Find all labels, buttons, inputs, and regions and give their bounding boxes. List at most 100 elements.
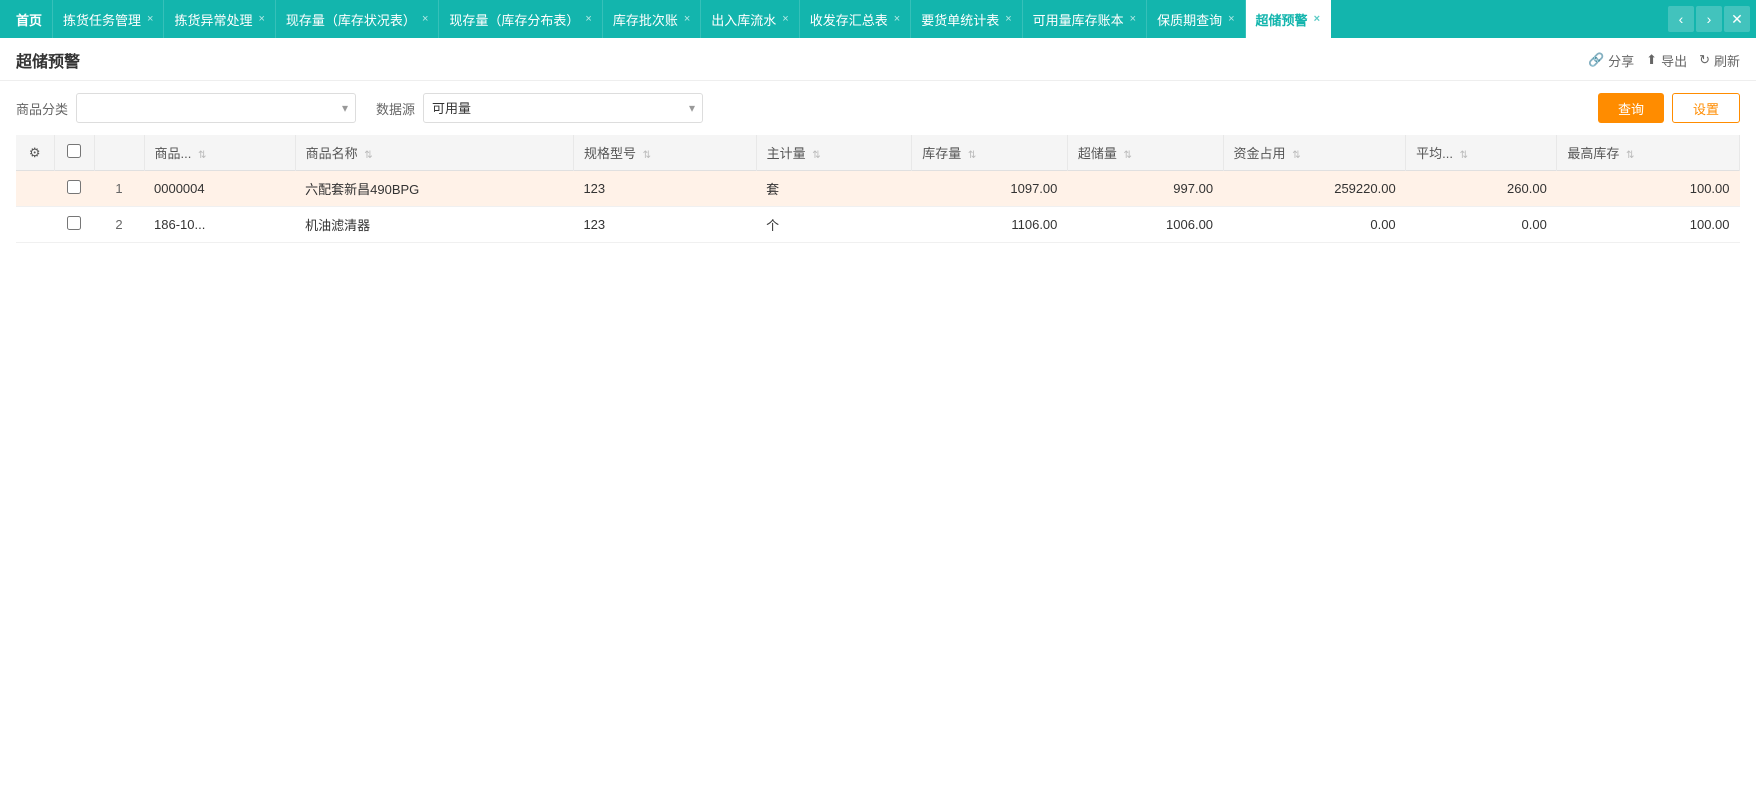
th-gear[interactable]: ⚙ bbox=[16, 135, 54, 171]
sort-avg-icon: ⇅ bbox=[1460, 150, 1468, 161]
filter-actions: 查询 设置 bbox=[1598, 93, 1740, 123]
datasource-label: 数据源 bbox=[376, 99, 415, 118]
row-gear-0 bbox=[16, 171, 54, 207]
nav-avail-stock[interactable]: 可用量库存账本 × bbox=[1023, 0, 1147, 38]
row-avg-0: 260.00 bbox=[1406, 171, 1557, 207]
th-name[interactable]: 商品名称 ⇅ bbox=[295, 135, 573, 171]
th-stock[interactable]: 库存量 ⇅ bbox=[912, 135, 1068, 171]
th-code[interactable]: 商品... ⇅ bbox=[144, 135, 295, 171]
nav-avail-stock-label: 可用量库存账本 bbox=[1033, 10, 1124, 29]
export-button[interactable]: ⬆ 导出 bbox=[1646, 51, 1687, 70]
row-name-1: 机油滤清器 bbox=[295, 207, 573, 243]
table-body: 1 0000004 六配套新昌490BPG 123 套 1097.00 997.… bbox=[16, 171, 1740, 243]
row-name-0: 六配套新昌490BPG bbox=[295, 171, 573, 207]
sort-name-icon: ⇅ bbox=[364, 150, 372, 161]
nav-stock-status[interactable]: 现存量（库存状况表） × bbox=[276, 0, 439, 38]
nav-stock-batch-close[interactable]: × bbox=[684, 13, 690, 25]
nav-recv-send-sum[interactable]: 收发存汇总表 × bbox=[800, 0, 911, 38]
nav-home[interactable]: 首页 bbox=[6, 0, 53, 38]
sort-code-icon: ⇅ bbox=[198, 150, 206, 161]
nav-avail-stock-close[interactable]: × bbox=[1130, 13, 1136, 25]
nav-order-stat[interactable]: 要货单统计表 × bbox=[911, 0, 1022, 38]
nav-expiry-query-label: 保质期查询 bbox=[1157, 10, 1222, 29]
sort-stock-icon: ⇅ bbox=[968, 150, 976, 161]
nav-stock-batch[interactable]: 库存批次账 × bbox=[603, 0, 701, 38]
nav-recv-send-sum-label: 收发存汇总表 bbox=[810, 10, 888, 29]
sort-capital-icon: ⇅ bbox=[1292, 150, 1300, 161]
th-spec[interactable]: 规格型号 ⇅ bbox=[573, 135, 756, 171]
set-button[interactable]: 设置 bbox=[1672, 93, 1740, 123]
export-icon: ⬆ bbox=[1646, 52, 1657, 68]
nav-stock-dist-close[interactable]: × bbox=[585, 13, 591, 25]
row-spec-1: 123 bbox=[573, 207, 756, 243]
nav-next-arrow[interactable]: › bbox=[1696, 6, 1722, 32]
nav-expiry-query-close[interactable]: × bbox=[1228, 13, 1234, 25]
table-header-row: ⚙ 商品... ⇅ 商品名称 ⇅ 规格型号 ⇅ bbox=[16, 135, 1740, 171]
row-capital-0: 259220.00 bbox=[1223, 171, 1406, 207]
row-idx-1: 2 bbox=[94, 207, 144, 243]
nav-stock-status-close[interactable]: × bbox=[422, 13, 428, 25]
row-maxstock-1: 100.00 bbox=[1557, 207, 1740, 243]
refresh-button[interactable]: ↻ 刷新 bbox=[1699, 51, 1740, 70]
refresh-label: 刷新 bbox=[1714, 51, 1740, 70]
nav-expiry-query[interactable]: 保质期查询 × bbox=[1147, 0, 1245, 38]
nav-pick-exception[interactable]: 拣货异常处理 × bbox=[164, 0, 275, 38]
row-unit-0: 套 bbox=[756, 171, 912, 207]
nav-pick-task-label: 拣货任务管理 bbox=[63, 10, 141, 29]
select-all-checkbox[interactable] bbox=[67, 144, 81, 158]
category-filter: 商品分类 bbox=[16, 93, 356, 123]
sort-unit-icon: ⇅ bbox=[812, 150, 820, 161]
share-button[interactable]: 🔗 分享 bbox=[1588, 51, 1634, 70]
filter-row: 商品分类 数据源 可用量 库存量 查询 设置 bbox=[0, 81, 1756, 135]
nav-overstock-warning[interactable]: 超储预警 × bbox=[1246, 0, 1331, 38]
nav-inout-flow-label: 出入库流水 bbox=[711, 10, 776, 29]
nav-pick-exception-label: 拣货异常处理 bbox=[174, 10, 252, 29]
row-capital-1: 0.00 bbox=[1223, 207, 1406, 243]
nav-close-arrow[interactable]: ✕ bbox=[1724, 6, 1750, 32]
nav-stock-dist[interactable]: 现存量（库存分布表） × bbox=[439, 0, 602, 38]
nav-recv-send-sum-close[interactable]: × bbox=[894, 13, 900, 25]
nav-pick-task-close[interactable]: × bbox=[147, 13, 153, 25]
nav-inout-flow[interactable]: 出入库流水 × bbox=[701, 0, 799, 38]
nav-prev-arrow[interactable]: ‹ bbox=[1668, 6, 1694, 32]
row-stock-0: 1097.00 bbox=[912, 171, 1068, 207]
row-checkbox-1[interactable] bbox=[67, 216, 81, 230]
nav-order-stat-close[interactable]: × bbox=[1005, 13, 1011, 25]
th-maxstock[interactable]: 最高库存 ⇅ bbox=[1557, 135, 1740, 171]
nav-pick-task[interactable]: 拣货任务管理 × bbox=[53, 0, 164, 38]
th-idx bbox=[94, 135, 144, 171]
row-code-0: 0000004 bbox=[144, 171, 295, 207]
table-row: 1 0000004 六配套新昌490BPG 123 套 1097.00 997.… bbox=[16, 171, 1740, 207]
table-row: 2 186-10... 机油滤清器 123 个 1106.00 1006.00 … bbox=[16, 207, 1740, 243]
top-nav: 首页 拣货任务管理 × 拣货异常处理 × 现存量（库存状况表） × 现存量（库存… bbox=[0, 0, 1756, 38]
nav-arrows: ‹ › ✕ bbox=[1668, 6, 1750, 32]
query-button[interactable]: 查询 bbox=[1598, 93, 1664, 123]
row-code-1: 186-10... bbox=[144, 207, 295, 243]
th-avg[interactable]: 平均... ⇅ bbox=[1406, 135, 1557, 171]
nav-home-label: 首页 bbox=[16, 10, 42, 29]
row-check-1[interactable] bbox=[54, 207, 94, 243]
nav-overstock-warning-close[interactable]: × bbox=[1314, 13, 1320, 25]
th-unit[interactable]: 主计量 ⇅ bbox=[756, 135, 912, 171]
category-select[interactable] bbox=[76, 93, 356, 123]
datasource-select[interactable]: 可用量 库存量 bbox=[423, 93, 703, 123]
nav-inout-flow-close[interactable]: × bbox=[782, 13, 788, 25]
datasource-filter: 数据源 可用量 库存量 bbox=[376, 93, 703, 123]
sort-overstock-icon: ⇅ bbox=[1124, 150, 1132, 161]
page-title: 超储预警 bbox=[16, 48, 80, 72]
row-stock-1: 1106.00 bbox=[912, 207, 1068, 243]
nav-pick-exception-close[interactable]: × bbox=[258, 13, 264, 25]
th-overstock[interactable]: 超储量 ⇅ bbox=[1067, 135, 1223, 171]
category-select-wrapper bbox=[76, 93, 356, 123]
row-maxstock-0: 100.00 bbox=[1557, 171, 1740, 207]
nav-overstock-warning-label: 超储预警 bbox=[1256, 10, 1308, 29]
row-checkbox-0[interactable] bbox=[67, 180, 81, 194]
row-spec-0: 123 bbox=[573, 171, 756, 207]
row-overstock-1: 1006.00 bbox=[1067, 207, 1223, 243]
share-label: 分享 bbox=[1608, 51, 1634, 70]
row-check-0[interactable] bbox=[54, 171, 94, 207]
th-check[interactable] bbox=[54, 135, 94, 171]
th-capital[interactable]: 资金占用 ⇅ bbox=[1223, 135, 1406, 171]
main-table: ⚙ 商品... ⇅ 商品名称 ⇅ 规格型号 ⇅ bbox=[16, 135, 1740, 243]
nav-order-stat-label: 要货单统计表 bbox=[921, 10, 999, 29]
